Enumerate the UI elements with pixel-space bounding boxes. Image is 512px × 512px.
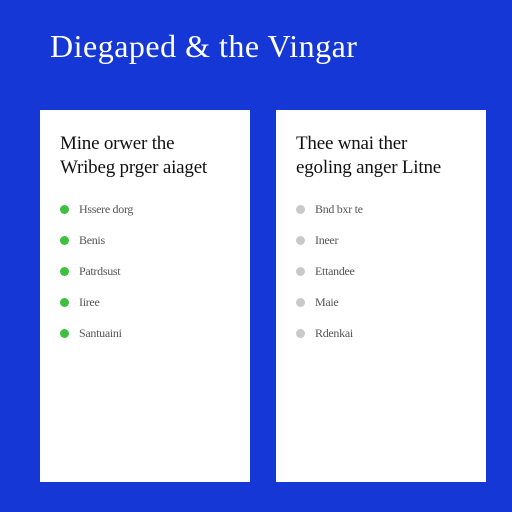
card-heading: Thee wnai ther egoling anger Litne xyxy=(296,132,466,180)
list-item: Rdenkai xyxy=(296,326,466,341)
item-label: Santuaini xyxy=(79,326,122,341)
list-item: Maie xyxy=(296,295,466,310)
bullet-icon xyxy=(60,236,69,245)
item-label: Iiree xyxy=(79,295,99,310)
card-right: Thee wnai ther egoling anger Litne Bnd b… xyxy=(276,110,486,482)
list-item: Santuaini xyxy=(60,326,230,341)
bullet-icon xyxy=(60,329,69,338)
bullet-icon xyxy=(60,298,69,307)
bullet-icon xyxy=(60,205,69,214)
card-heading: Mine orwer the Wribeg prger aiaget xyxy=(60,132,230,180)
item-label: Ettandee xyxy=(315,264,355,279)
card-row: Mine orwer the Wribeg prger aiaget Hsser… xyxy=(40,110,486,482)
bullet-icon xyxy=(296,205,305,214)
bullet-icon xyxy=(296,298,305,307)
card-left: Mine orwer the Wribeg prger aiaget Hsser… xyxy=(40,110,250,482)
bullet-icon xyxy=(60,267,69,276)
list-item: Ettandee xyxy=(296,264,466,279)
list-item: Benis xyxy=(60,233,230,248)
item-label: Maie xyxy=(315,295,338,310)
list-item: Bnd bxr te xyxy=(296,202,466,217)
page-title: Diegaped & the Vingar xyxy=(50,28,482,65)
item-list: Bnd bxr te Ineer Ettandee Maie Rdenkai xyxy=(296,202,466,341)
bullet-icon xyxy=(296,267,305,276)
item-label: Patrdsust xyxy=(79,264,120,279)
item-label: Ineer xyxy=(315,233,338,248)
bullet-icon xyxy=(296,236,305,245)
item-label: Hssere dorg xyxy=(79,202,133,217)
bullet-icon xyxy=(296,329,305,338)
item-list: Hssere dorg Benis Patrdsust Iiree Santua… xyxy=(60,202,230,341)
list-item: Iiree xyxy=(60,295,230,310)
list-item: Hssere dorg xyxy=(60,202,230,217)
item-label: Bnd bxr te xyxy=(315,202,363,217)
list-item: Patrdsust xyxy=(60,264,230,279)
item-label: Rdenkai xyxy=(315,326,353,341)
list-item: Ineer xyxy=(296,233,466,248)
item-label: Benis xyxy=(79,233,105,248)
